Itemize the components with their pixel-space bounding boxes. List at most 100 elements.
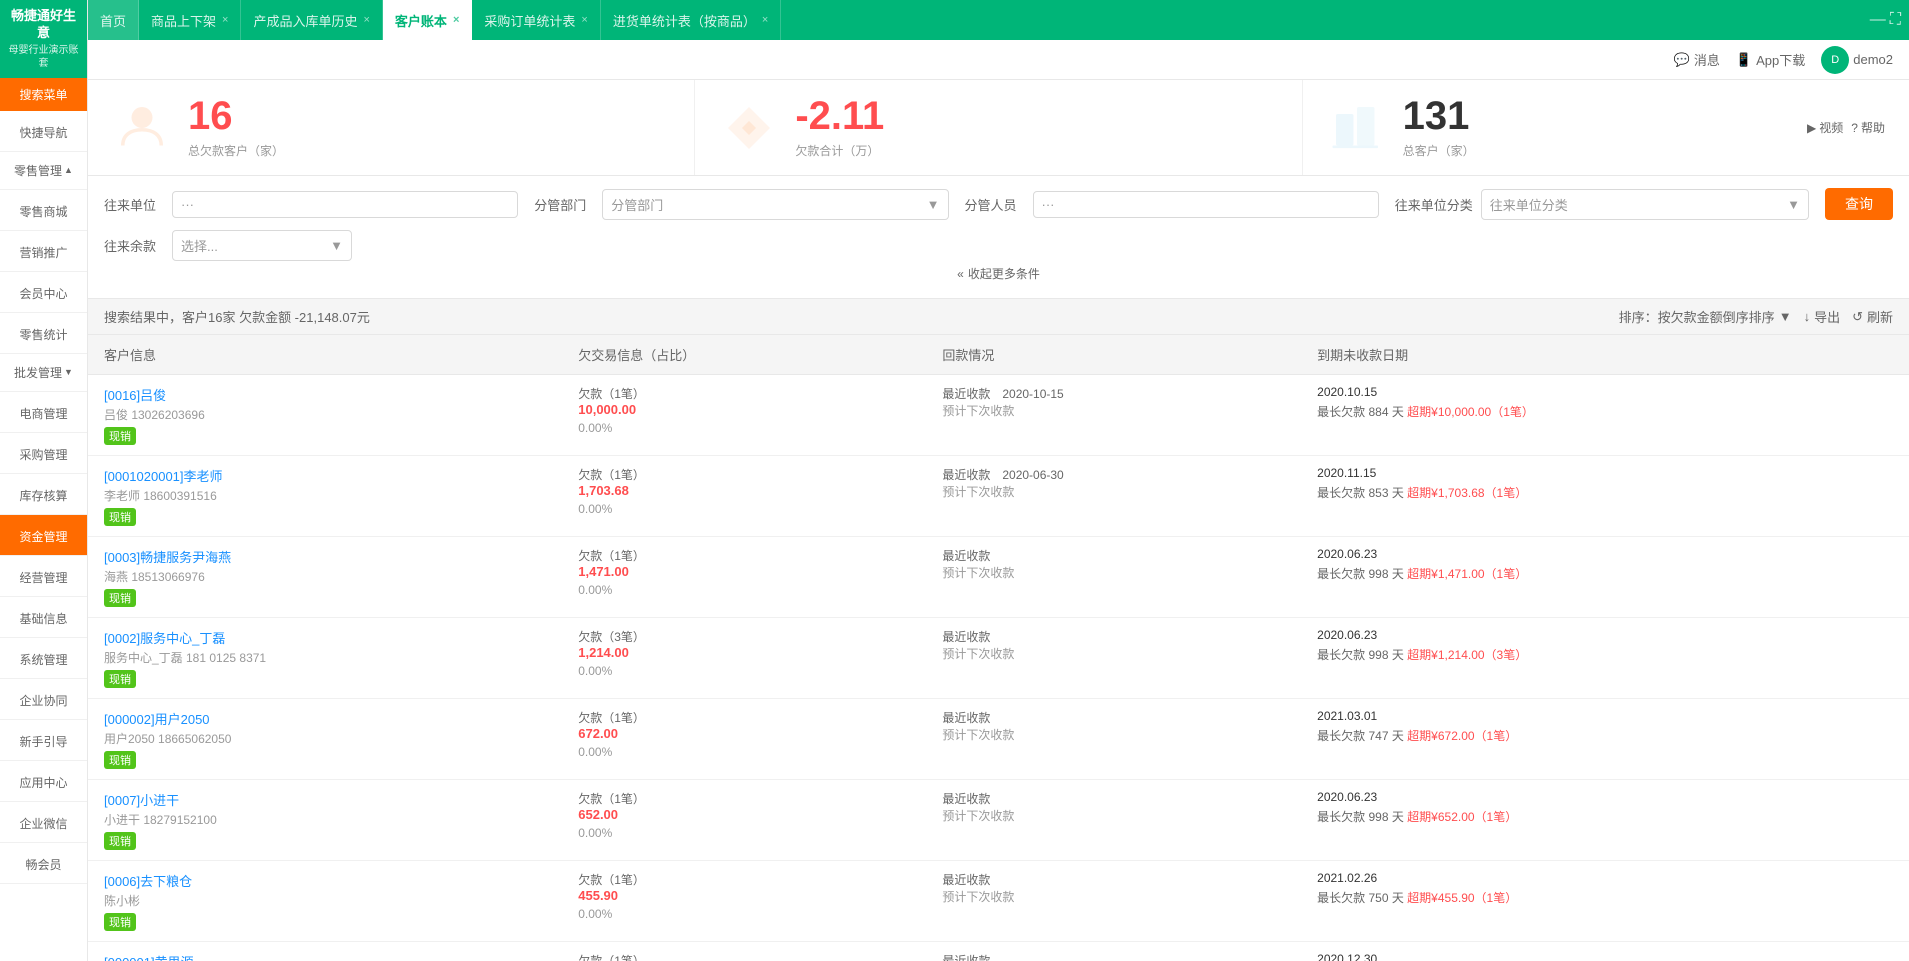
tab-actions: — ⛶: [1862, 11, 1909, 29]
customer-id-link[interactable]: [0002]服务中心_丁磊: [104, 628, 546, 647]
customer-tag: 现销: [104, 427, 136, 445]
tab-product-listing-close[interactable]: ×: [222, 14, 228, 26]
sidebar-item-quick-nav[interactable]: 快捷导航: [0, 111, 87, 152]
filter-category-placeholder: 往来单位分类: [1490, 195, 1568, 214]
user-menu[interactable]: D demo2: [1821, 46, 1893, 74]
overdue-amount[interactable]: 超期¥652.00（1笔）: [1407, 810, 1517, 824]
overdue-amount[interactable]: 超期¥672.00（1笔）: [1407, 729, 1517, 743]
filter-row-1: 往来单位 ··· 分管部门 分管部门 ▼ 分管人员 ··· 往来单位分类: [104, 188, 1893, 220]
customer-id-link[interactable]: [0007]小进干: [104, 790, 546, 809]
sidebar-item-retail-mgmt[interactable]: 零售管理▲: [0, 152, 87, 190]
app-subtitle: 母婴行业演示账套: [8, 44, 79, 70]
table-row[interactable]: [0006]去下粮仓 陈小彬 现销 欠款（1笔） 455.90 0.00% 最近…: [88, 861, 1909, 942]
customer-tag: 现销: [104, 751, 136, 769]
debt-info-cell: 欠款（1笔） 672.00 0.00%: [562, 699, 926, 780]
message-icon: 💬: [1674, 52, 1690, 68]
customer-id-link[interactable]: [0006]去下粮仓: [104, 871, 546, 890]
sidebar-item-basic-info[interactable]: 基础信息: [0, 597, 87, 638]
sidebar-item-app-center[interactable]: 应用中心: [0, 761, 87, 802]
sidebar-item-finance[interactable]: 资金管理: [0, 515, 87, 556]
tab-production-history[interactable]: 产成品入库单历史 ×: [241, 0, 382, 40]
message-label: 消息: [1694, 50, 1720, 69]
filter-person: 分管人员 ···: [965, 191, 1379, 218]
table-row[interactable]: [0007]小进干 小进干 18279152100 现销 欠款（1笔） 652.…: [88, 780, 1909, 861]
filter-person-input[interactable]: ···: [1033, 191, 1379, 218]
customer-id-link[interactable]: [0001020001]李老师: [104, 466, 546, 485]
customer-id-link[interactable]: [0003]畅捷服务尹海燕: [104, 547, 546, 566]
debt-amount: 455.90: [578, 888, 910, 903]
filter-partner-input[interactable]: ···: [172, 191, 518, 218]
tab-production-history-close[interactable]: ×: [363, 14, 369, 26]
overdue-amount[interactable]: 超期¥455.90（1笔）: [1407, 891, 1517, 905]
tab-customer-account[interactable]: 客户账本 ×: [383, 0, 472, 40]
overdue-amount[interactable]: 超期¥1,214.00（3笔）: [1407, 648, 1527, 662]
filter-dept-select[interactable]: 分管部门 ▼: [602, 189, 948, 220]
sidebar-item-member[interactable]: 会员中心: [0, 272, 87, 313]
filter-category-select[interactable]: 往来单位分类 ▼: [1481, 189, 1809, 220]
tab-purchase-order[interactable]: 采购订单统计表 ×: [472, 0, 600, 40]
sidebar-item-vip[interactable]: 畅会员: [0, 843, 87, 884]
sidebar-item-marketing[interactable]: 营销推广: [0, 231, 87, 272]
summary-bar: 16 总欠款客户（家） -2.11 欠款合计（万）: [88, 80, 1909, 176]
sidebar-item-new-guide[interactable]: 新手引导: [0, 720, 87, 761]
sidebar-item-ecommerce[interactable]: 电商管理: [0, 392, 87, 433]
debt-amount: 1,703.68: [578, 483, 910, 498]
sidebar-item-purchase[interactable]: 采购管理: [0, 433, 87, 474]
customer-info-cell: [000002]用户2050 用户2050 18665062050 现销: [88, 699, 562, 780]
table-row[interactable]: [000001]黄思源 黄思源 13552700226 现销 欠款（1笔） 42…: [88, 942, 1909, 961]
sidebar-item-enterprise[interactable]: 企业协同: [0, 679, 87, 720]
customer-id-link[interactable]: [0016]吕俊: [104, 385, 546, 404]
tab-inbound-stat[interactable]: 进货单统计表（按商品） ×: [601, 0, 781, 40]
sidebar-item-retail-stat[interactable]: 零售统计: [0, 313, 87, 354]
message-button[interactable]: 💬 消息: [1674, 50, 1720, 69]
help-button[interactable]: ? 帮助: [1851, 119, 1885, 136]
sidebar-item-retail-mall[interactable]: 零售商城: [0, 190, 87, 231]
customer-info-cell: [0003]畅捷服务尹海燕 海燕 18513066976 现销: [88, 537, 562, 618]
collapse-filter-button[interactable]: « 收起更多条件: [104, 261, 1893, 286]
sidebar-item-batch-mgmt[interactable]: 批发管理▼: [0, 354, 87, 392]
table-row[interactable]: [0002]服务中心_丁磊 服务中心_丁磊 181 0125 8371 现销 欠…: [88, 618, 1909, 699]
table-row[interactable]: [0003]畅捷服务尹海燕 海燕 18513066976 现销 欠款（1笔） 1…: [88, 537, 1909, 618]
tab-customer-account-close[interactable]: ×: [453, 14, 459, 26]
sidebar-item-sys-mgmt[interactable]: 系统管理: [0, 638, 87, 679]
tab-maximize-button[interactable]: ⛶: [1890, 11, 1901, 29]
sidebar: 畅捷通好生意 母婴行业演示账套 搜索菜单 快捷导航 零售管理▲ 零售商城 营销推…: [0, 0, 88, 961]
tab-inbound-stat-close[interactable]: ×: [762, 14, 768, 26]
debt-percent: 0.00%: [578, 502, 910, 516]
tab-customer-account-label: 客户账本: [395, 11, 447, 30]
export-button[interactable]: ↓ 导出: [1804, 307, 1841, 326]
refresh-button[interactable]: ↺ 刷新: [1852, 307, 1893, 326]
table-row[interactable]: [0001020001]李老师 李老师 18600391516 现销 欠款（1笔…: [88, 456, 1909, 537]
filter-balance-select[interactable]: 选择... ▼: [172, 230, 352, 261]
customer-id-link[interactable]: [000001]黄思源: [104, 952, 546, 961]
table-row[interactable]: [000002]用户2050 用户2050 18665062050 现销 欠款（…: [88, 699, 1909, 780]
sort-select[interactable]: 排序：按欠款金额倒序排序 ▼: [1619, 307, 1792, 326]
overdue-days: 最长欠款 884 天: [1317, 405, 1407, 419]
customer-tag: 现销: [104, 589, 136, 607]
due-date: 2021.02.26: [1317, 871, 1893, 885]
col-customer-info: 客户信息: [88, 335, 562, 375]
video-button[interactable]: ▶ 视频: [1807, 119, 1843, 136]
overdue-amount[interactable]: 超期¥10,000.00（1笔）: [1407, 405, 1534, 419]
tab-home[interactable]: 首页: [88, 0, 139, 40]
search-menu-button[interactable]: 搜索菜单: [0, 78, 87, 111]
sidebar-item-ops[interactable]: 经营管理: [0, 556, 87, 597]
tab-minimize-button[interactable]: —: [1870, 11, 1886, 29]
customer-id-link[interactable]: [000002]用户2050: [104, 709, 546, 728]
overdue-amount[interactable]: 超期¥1,471.00（1笔）: [1407, 567, 1527, 581]
tab-purchase-order-close[interactable]: ×: [581, 14, 587, 26]
chevron-down-icon-3: ▼: [330, 238, 343, 253]
sidebar-item-wechat[interactable]: 企业微信: [0, 802, 87, 843]
chevron-down-icon-2: ▼: [1787, 197, 1800, 212]
due-date: 2020.12.30: [1317, 952, 1893, 961]
sidebar-item-inventory[interactable]: 库存核算: [0, 474, 87, 515]
table-row[interactable]: [0016]吕俊 吕俊 13026203696 现销 欠款（1笔） 10,000…: [88, 375, 1909, 456]
search-button[interactable]: 查询: [1825, 188, 1893, 220]
app-download-button[interactable]: 📱 App下载: [1736, 50, 1805, 69]
debt-amount: 672.00: [578, 726, 910, 741]
video-icon: ▶: [1807, 121, 1816, 135]
tab-product-listing[interactable]: 商品上下架 ×: [139, 0, 241, 40]
debt-percent: 0.00%: [578, 664, 910, 678]
overdue-amount[interactable]: 超期¥1,703.68（1笔）: [1407, 486, 1527, 500]
debt-percent: 0.00%: [578, 421, 910, 435]
